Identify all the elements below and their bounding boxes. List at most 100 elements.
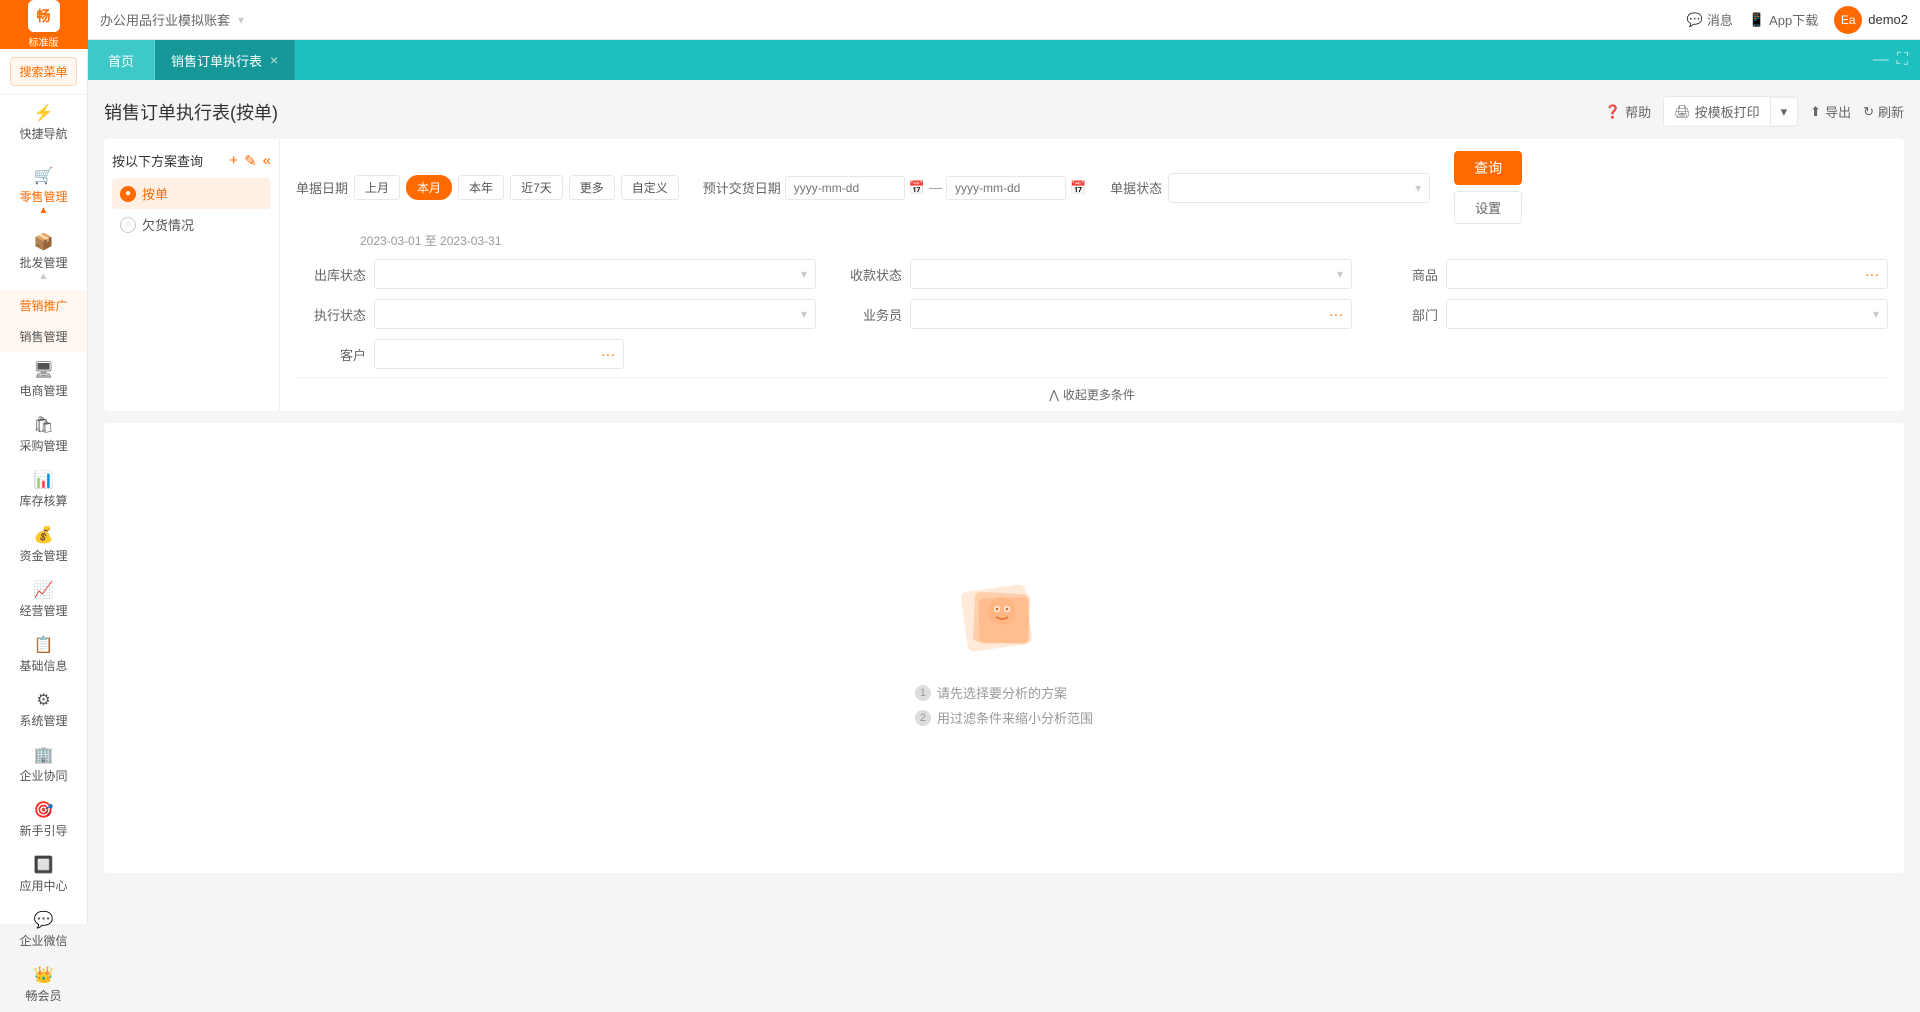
- page-header: 销售订单执行表(按单) ❓ 帮助 🖨 按模板打印 ▾ ⬆: [104, 96, 1904, 127]
- system-icon: ⚙: [36, 690, 50, 710]
- tabbar-spacer: [295, 40, 1861, 80]
- collapse-chevron-icon: ⋀: [1049, 388, 1059, 402]
- goods-more-icon[interactable]: ···: [1865, 266, 1879, 282]
- print-button[interactable]: 🖨 按模板打印: [1664, 97, 1771, 126]
- print-icon: 🖨: [1674, 104, 1691, 120]
- scheme-panel-icons: + ✎ «: [229, 152, 271, 170]
- expected-date-start[interactable]: [785, 176, 905, 200]
- sidebar-item-enterprise[interactable]: 🏢 企业协同: [0, 737, 87, 792]
- empty-illustration-svg: [944, 563, 1064, 663]
- scheme-edit-icon[interactable]: ✎: [244, 152, 257, 170]
- query-button[interactable]: 查询: [1454, 151, 1522, 185]
- calendar-icon-start[interactable]: 📅: [909, 180, 925, 196]
- help-button[interactable]: ❓ 帮助: [1605, 102, 1651, 121]
- sidebar-logo[interactable]: 畅 标准版: [0, 0, 88, 49]
- sidebar-item-retail[interactable]: 🛒 零售管理 ▲: [0, 158, 87, 224]
- date-btn-lastmonth[interactable]: 上月: [354, 175, 400, 200]
- scheme-item-shortage[interactable]: ○ 欠货情况: [112, 209, 271, 240]
- print-dropdown-button[interactable]: ▾: [1771, 99, 1798, 125]
- vip-label: 畅会员: [25, 987, 61, 1004]
- user-area[interactable]: Ea demo2: [1834, 6, 1908, 34]
- tab-sales-order[interactable]: 销售订单执行表 ×: [155, 40, 295, 80]
- sidebar-item-appcenter[interactable]: 🔲 应用中心: [0, 847, 87, 902]
- scheme-item-byorder[interactable]: ● 按单: [112, 178, 271, 209]
- tabbar-maximize-icon[interactable]: ⛶: [1897, 51, 1908, 69]
- date-btn-more[interactable]: 更多: [569, 175, 615, 200]
- enterprise-label: 企业协同: [19, 767, 67, 784]
- purchase-label: 采购管理: [19, 437, 67, 454]
- refresh-button[interactable]: ↻ 刷新: [1863, 102, 1904, 121]
- dept-label: 部门: [1368, 305, 1438, 324]
- tab-home[interactable]: 首页: [88, 40, 155, 80]
- tab-close-icon[interactable]: ×: [270, 53, 278, 67]
- print-label: 按模板打印: [1695, 102, 1760, 121]
- message-action[interactable]: 💬 消息: [1687, 10, 1733, 29]
- scheme-collapse-icon[interactable]: «: [263, 152, 271, 170]
- sidebar-item-wholesale[interactable]: 📦 批发管理 ▲: [0, 224, 87, 290]
- export-icon: ⬆: [1810, 104, 1821, 120]
- settings-button[interactable]: 设置: [1454, 191, 1522, 224]
- quicknav-icon: ⚡: [34, 103, 54, 123]
- topbar-right: 💬 消息 📱 App下载 Ea demo2: [1687, 6, 1908, 34]
- top-title: 办公用品行业模拟账套: [100, 10, 230, 29]
- page-header-actions: ❓ 帮助 🖨 按模板打印 ▾ ⬆ 导出: [1605, 96, 1904, 127]
- export-button[interactable]: ⬆ 导出: [1810, 102, 1851, 121]
- newbie-label: 新手引导: [19, 822, 67, 839]
- tabbar: 首页 销售订单执行表 × — ⛶: [88, 40, 1920, 80]
- sidebar-item-wechat[interactable]: 💬 企业微信: [0, 902, 87, 957]
- dept-arrow: ▾: [1873, 307, 1879, 321]
- sidebar-item-basicinfo[interactable]: 📋 基础信息: [0, 627, 87, 682]
- sidebar-sub-item-sales[interactable]: 销售管理: [0, 321, 87, 352]
- salesman-input[interactable]: ···: [910, 299, 1352, 329]
- wholesale-sub: 营销推广 销售管理: [0, 290, 87, 352]
- newbie-icon: 🎯: [34, 800, 54, 820]
- scheme-add-icon[interactable]: +: [229, 152, 238, 170]
- retail-arrow: ▲: [39, 205, 49, 216]
- dept-select[interactable]: ▾: [1446, 299, 1888, 329]
- sidebar-item-vip[interactable]: 👑 畅会员: [0, 957, 87, 1012]
- sidebar-item-finance[interactable]: 💰 资金管理: [0, 517, 87, 572]
- tabbar-minimize-icon[interactable]: —: [1873, 51, 1889, 69]
- sidebar-item-ecommerce[interactable]: 🖥 电商管理: [0, 352, 87, 407]
- date-btn-thisyear[interactable]: 本年: [458, 175, 504, 200]
- date-btn-7days[interactable]: 近7天: [510, 175, 563, 200]
- collect-status-select[interactable]: ▾: [910, 259, 1352, 289]
- app-download-action[interactable]: 📱 App下载: [1749, 10, 1818, 29]
- filter-row-3: 执行状态 ▾ 业务员 ···: [296, 299, 1888, 329]
- date-sep: —: [929, 180, 942, 195]
- top-title-arrow[interactable]: ▾: [238, 13, 244, 27]
- out-status-select[interactable]: ▾: [374, 259, 816, 289]
- exec-status-select[interactable]: ▾: [374, 299, 816, 329]
- salesman-more-icon[interactable]: ···: [1329, 306, 1343, 322]
- vip-icon: 👑: [34, 965, 54, 985]
- sidebar-sub-item-marketing[interactable]: 营销推广: [0, 290, 87, 321]
- calendar-icon-end[interactable]: 📅: [1070, 180, 1086, 196]
- date-btn-thismonth[interactable]: 本月: [406, 175, 452, 200]
- out-status-label: 出库状态: [296, 265, 366, 284]
- sidebar-item-newbie[interactable]: 🎯 新手引导: [0, 792, 87, 847]
- goods-field: 商品 ···: [1368, 259, 1888, 289]
- scheme-dot-outline: ○: [120, 217, 136, 233]
- collect-status-field: 收款状态 ▾: [832, 259, 1352, 289]
- customer-input[interactable]: ···: [374, 339, 624, 369]
- goods-input[interactable]: ···: [1446, 259, 1888, 289]
- scheme-panel-label: 按以下方案查询: [112, 151, 203, 170]
- filter-area: 单据日期 上月 本月 本年 近7天 更多 自定义 预计交货日期: [280, 139, 1904, 411]
- app-download-label: App下载: [1769, 10, 1818, 29]
- customer-more-icon[interactable]: ···: [601, 346, 615, 362]
- date-btn-custom[interactable]: 自定义: [621, 175, 679, 200]
- basicinfo-icon: 📋: [34, 635, 54, 655]
- sidebar-item-inventory[interactable]: 📊 库存核算: [0, 462, 87, 517]
- sidebar-item-operation[interactable]: 📈 经营管理: [0, 572, 87, 627]
- sidebar-item-quicknav[interactable]: ⚡ 快捷导航: [0, 95, 87, 150]
- collapse-button[interactable]: ⋀ 收起更多条件: [1049, 386, 1135, 403]
- wechat-icon: 💬: [34, 910, 54, 930]
- search-menu-button[interactable]: 搜索菜单: [10, 57, 77, 86]
- expected-date-end[interactable]: [946, 176, 1066, 200]
- sidebar-item-purchase[interactable]: 🛍 采购管理: [0, 407, 87, 462]
- order-status-select[interactable]: ▾: [1168, 173, 1430, 203]
- page-title: 销售订单执行表(按单): [104, 99, 278, 125]
- sidebar-item-system[interactable]: ⚙ 系统管理: [0, 682, 87, 737]
- customer-label: 客户: [296, 345, 366, 364]
- enterprise-icon: 🏢: [34, 745, 54, 765]
